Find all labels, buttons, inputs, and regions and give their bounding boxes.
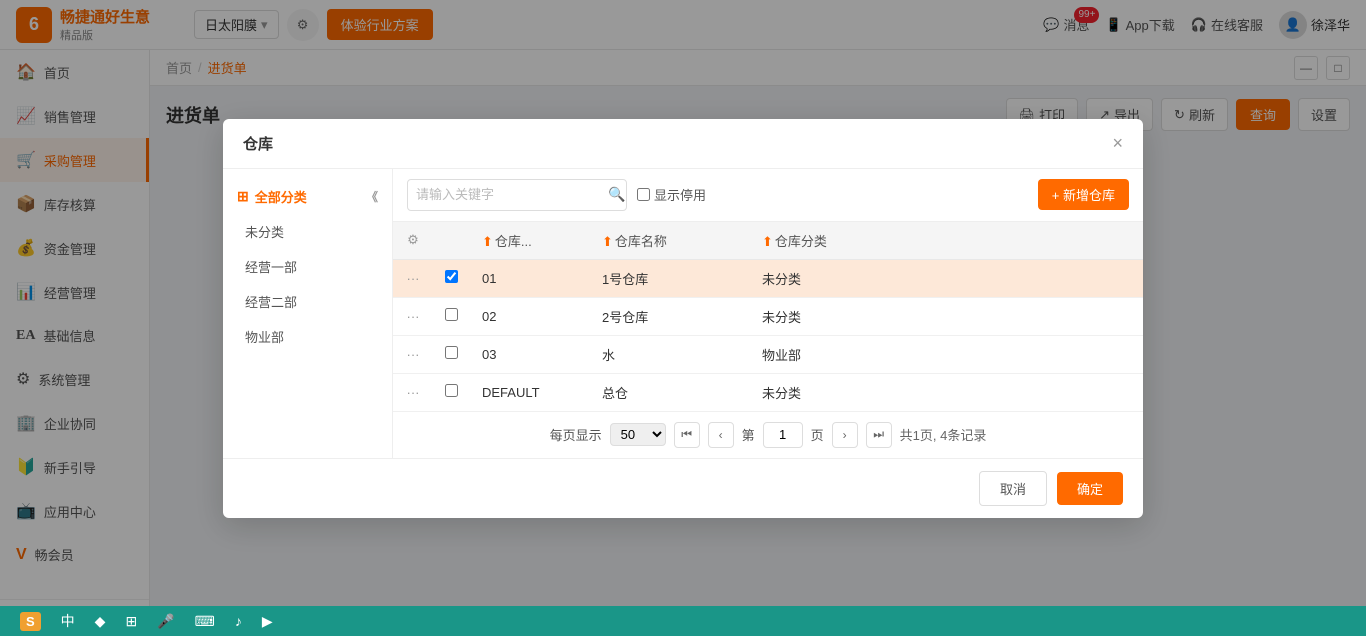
next-page-btn[interactable]: › xyxy=(832,422,858,448)
search-icon[interactable]: 🔍 xyxy=(600,186,627,203)
row-name-3: 总仓 xyxy=(590,373,750,411)
row-checkbox-cell-2[interactable] xyxy=(433,335,470,373)
table-row[interactable]: ··· 02 2号仓库 未分类 xyxy=(393,297,1143,335)
modal-close-button[interactable]: × xyxy=(1112,134,1123,152)
page-number-input[interactable] xyxy=(763,422,803,448)
col-code[interactable]: ⬆仓库... xyxy=(470,222,590,260)
category-item-property[interactable]: 物业部 xyxy=(223,319,392,354)
search-box: 🔍 xyxy=(407,179,627,211)
status-diamond-icon: ◆ xyxy=(95,613,106,630)
total-info: 共1页, 4条记录 xyxy=(900,425,987,444)
grid-icon: ⊞ xyxy=(237,188,249,205)
page-label: 第 xyxy=(742,425,755,444)
confirm-button[interactable]: 确定 xyxy=(1057,472,1123,505)
status-bar: S 中 ◆ ⊞ 🎤 ⌨ ♪ ▶ xyxy=(0,606,1366,636)
row-code-1: 02 xyxy=(470,297,590,335)
row-checkbox-cell-3[interactable] xyxy=(433,373,470,411)
cancel-button[interactable]: 取消 xyxy=(979,471,1047,506)
search-input[interactable] xyxy=(408,187,600,202)
row-name-0: 1号仓库 xyxy=(590,259,750,297)
table-header-row: ⚙ ⬆仓库... ⬆仓库名称 ⬆仓库分类 xyxy=(393,222,1143,260)
row-gear-0[interactable]: ··· xyxy=(393,259,433,297)
show-disabled-checkbox[interactable] xyxy=(637,188,650,201)
warehouse-table-wrap: ⚙ ⬆仓库... ⬆仓库名称 ⬆仓库分类 xyxy=(393,222,1143,412)
row-checkbox-3[interactable] xyxy=(445,384,458,397)
status-mic-icon[interactable]: 🎤 xyxy=(157,613,174,630)
row-gear-1[interactable]: ··· xyxy=(393,297,433,335)
sort-icon: ⬆ xyxy=(482,234,493,249)
category-item-dept1[interactable]: 经营一部 xyxy=(223,249,392,284)
col-category[interactable]: ⬆仓库分类 xyxy=(750,222,1143,260)
list-toolbar: 🔍 显示停用 + 新增仓库 xyxy=(393,169,1143,222)
warehouse-modal: 仓库 × ⊞ 全部分类 《 未分类 经营一部 经营二部 物业部 xyxy=(223,119,1143,518)
show-disabled-toggle[interactable]: 显示停用 xyxy=(637,185,706,204)
row-checkbox-2[interactable] xyxy=(445,346,458,359)
table-row[interactable]: ··· 03 水 物业部 xyxy=(393,335,1143,373)
row-code-3: DEFAULT xyxy=(470,373,590,411)
status-keyboard-icon[interactable]: ⌨ xyxy=(195,613,215,630)
all-categories-label: 全部分类 xyxy=(255,187,307,206)
category-item-unclassified[interactable]: 未分类 xyxy=(223,214,392,249)
prev-page-btn[interactable]: ‹ xyxy=(708,422,734,448)
modal-overlay: 仓库 × ⊞ 全部分类 《 未分类 经营一部 经营二部 物业部 xyxy=(0,0,1366,636)
row-name-2: 水 xyxy=(590,335,750,373)
warehouse-list-panel: 🔍 显示停用 + 新增仓库 ⚙ xyxy=(393,169,1143,458)
status-s-logo: S xyxy=(20,612,41,631)
status-grid-icon[interactable]: ⊞ xyxy=(125,613,137,630)
row-code-2: 03 xyxy=(470,335,590,373)
warehouse-table: ⚙ ⬆仓库... ⬆仓库名称 ⬆仓库分类 xyxy=(393,222,1143,412)
col-checkbox xyxy=(433,222,470,260)
all-categories-item[interactable]: ⊞ 全部分类 《 xyxy=(223,179,392,214)
modal-body: ⊞ 全部分类 《 未分类 经营一部 经营二部 物业部 🔍 xyxy=(223,169,1143,458)
table-row[interactable]: ··· 01 1号仓库 未分类 xyxy=(393,259,1143,297)
row-category-1: 未分类 xyxy=(750,297,1143,335)
status-triangle-icon[interactable]: ▶ xyxy=(262,613,273,630)
table-row[interactable]: ··· DEFAULT 总仓 未分类 xyxy=(393,373,1143,411)
row-code-0: 01 xyxy=(470,259,590,297)
collapse-icon[interactable]: 《 xyxy=(366,188,378,205)
row-checkbox-cell-0[interactable] xyxy=(433,259,470,297)
row-checkbox-cell-1[interactable] xyxy=(433,297,470,335)
modal-footer: 取消 确定 xyxy=(223,458,1143,518)
row-category-3: 未分类 xyxy=(750,373,1143,411)
page-size-select[interactable]: 50 10 20 100 xyxy=(610,423,666,446)
category-item-dept2[interactable]: 经营二部 xyxy=(223,284,392,319)
row-checkbox-0[interactable] xyxy=(445,270,458,283)
row-checkbox-1[interactable] xyxy=(445,308,458,321)
row-category-0: 未分类 xyxy=(750,259,1143,297)
page-suffix: 页 xyxy=(811,425,824,444)
row-gear-2[interactable]: ··· xyxy=(393,335,433,373)
col-name[interactable]: ⬆仓库名称 xyxy=(590,222,750,260)
row-name-1: 2号仓库 xyxy=(590,297,750,335)
add-warehouse-button[interactable]: + 新增仓库 xyxy=(1038,179,1129,210)
sort-icon-2: ⬆ xyxy=(602,234,613,249)
last-page-btn[interactable]: ⏭ xyxy=(866,422,892,448)
col-gear: ⚙ xyxy=(393,222,433,260)
show-disabled-label: 显示停用 xyxy=(654,185,706,204)
page-size-label: 每页显示 xyxy=(550,425,602,444)
category-panel: ⊞ 全部分类 《 未分类 经营一部 经营二部 物业部 xyxy=(223,169,393,458)
status-cn-icon[interactable]: 中 xyxy=(61,611,75,631)
row-category-2: 物业部 xyxy=(750,335,1143,373)
row-gear-3[interactable]: ··· xyxy=(393,373,433,411)
modal-title: 仓库 xyxy=(243,133,273,154)
pagination: 每页显示 50 10 20 100 ⏮ ‹ 第 页 › ⏭ 共1页, 4条记录 xyxy=(393,412,1143,458)
status-music-icon[interactable]: ♪ xyxy=(235,613,242,629)
first-page-btn[interactable]: ⏮ xyxy=(674,422,700,448)
sort-icon-3: ⬆ xyxy=(762,234,773,249)
modal-header: 仓库 × xyxy=(223,119,1143,169)
